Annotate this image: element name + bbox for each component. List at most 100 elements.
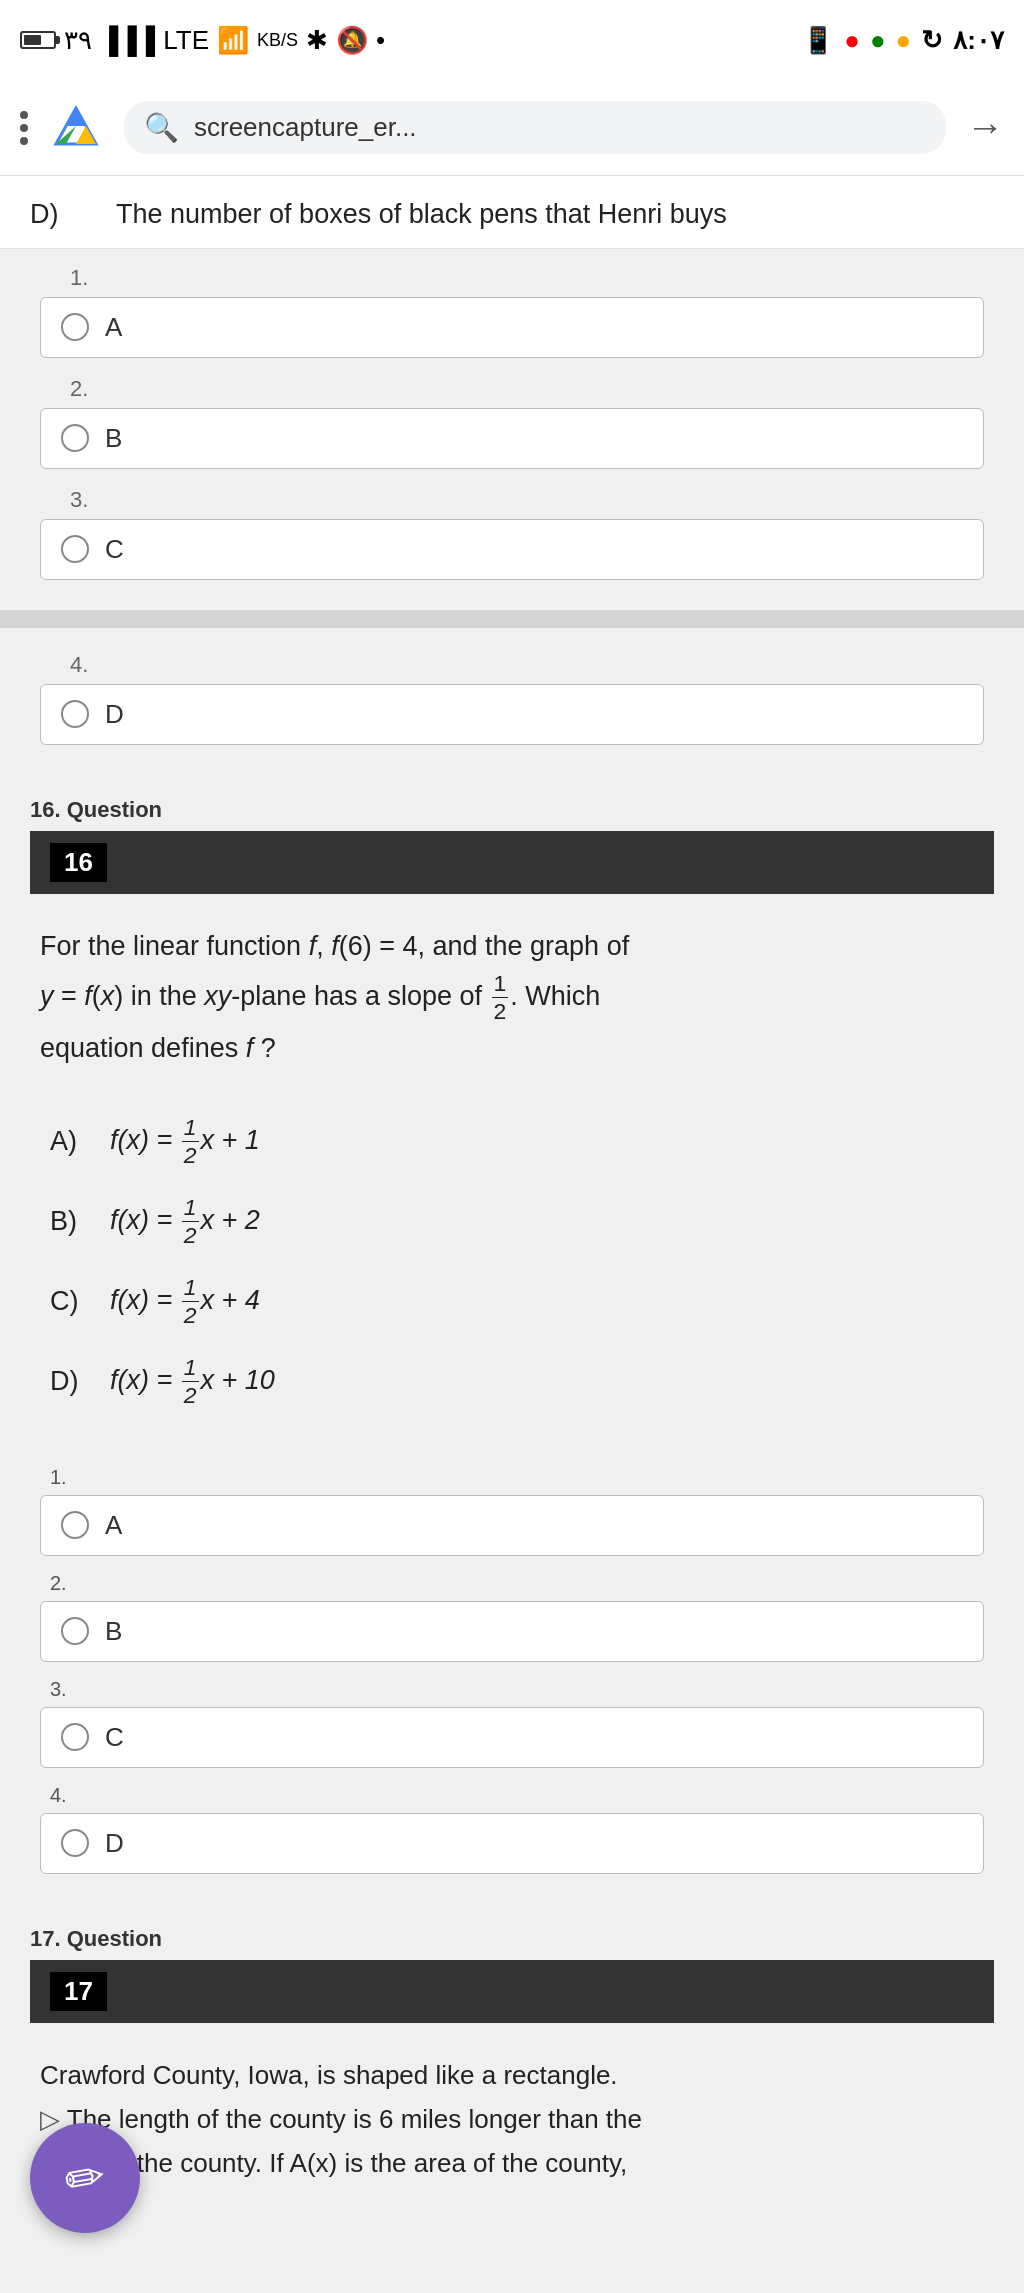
q16-opt-row-2[interactable]: B: [40, 1601, 984, 1662]
dot-indicator: •: [376, 25, 385, 56]
q16-b-frac: 12: [182, 1194, 199, 1250]
slope-fraction: 1 2: [492, 970, 509, 1026]
signal-bars: ▐▐▐: [100, 25, 155, 56]
answer-options-group-2: 4. D: [0, 636, 1024, 777]
mute-icon: 🔕: [336, 25, 368, 56]
q16-badge: 16: [50, 843, 107, 882]
option-3: 3. C: [40, 481, 984, 580]
floating-action-button[interactable]: ✏: [30, 2123, 140, 2233]
status-left: ٣٩ ▐▐▐ LTE 📶 KB/S ✱ 🔕 •: [20, 25, 385, 56]
q17-line2: ▷ The length of the county is 6 miles lo…: [40, 2097, 984, 2141]
status-bar: ٣٩ ▐▐▐ LTE 📶 KB/S ✱ 🔕 • 📱 ● ● ● ↻ ٨:٠٧: [0, 0, 1024, 80]
app-icon-green: ●: [870, 25, 886, 56]
search-icon: 🔍: [144, 111, 179, 144]
time-display: ٨:٠٧: [953, 25, 1004, 56]
q16-a-frac: 12: [182, 1114, 199, 1170]
q16-radio-4[interactable]: [61, 1829, 89, 1857]
q17-header-bar: 17: [30, 1960, 994, 2023]
q16-text-line3: equation defines f ?: [40, 1033, 276, 1063]
app-icon-orange: ●: [896, 25, 912, 56]
q16-choices: A) f(x) = 12x + 1 B) f(x) = 12x + 2 C) f…: [30, 1092, 994, 1432]
section-separator-1: [0, 610, 1024, 628]
q16-opt-text-2: B: [105, 1616, 122, 1647]
option-row-2[interactable]: B: [40, 408, 984, 469]
q16-opt-row-4[interactable]: D: [40, 1813, 984, 1874]
option-label-2: 2.: [40, 370, 984, 404]
q16-opt-label-4: 4.: [40, 1780, 984, 1809]
q16-opt-text-1: A: [105, 1510, 122, 1541]
q16-c-frac: 12: [182, 1274, 199, 1330]
q17-line1: Crawford County, Iowa, is shaped like a …: [40, 2053, 984, 2097]
q16-radio-3[interactable]: [61, 1723, 89, 1751]
battery-level: ٣٩: [64, 25, 92, 56]
top-choice-d: D) The number of boxes of black pens tha…: [30, 192, 994, 238]
q16-text-main: For the linear function f, f(6) = 4, and…: [40, 931, 629, 961]
bluetooth-icon: ✱: [306, 25, 328, 56]
q16-choice-d: D) f(x) = 12x + 10: [40, 1342, 984, 1422]
q16-opt-1: 1. A: [40, 1462, 984, 1556]
option-row-3[interactable]: C: [40, 519, 984, 580]
answer-options-group-1: 1. A 2. B 3. C: [0, 249, 1024, 602]
top-partial-section: D) The number of boxes of black pens tha…: [0, 176, 1024, 249]
slope-numerator: 1: [492, 970, 509, 999]
q16-radio-1[interactable]: [61, 1511, 89, 1539]
battery-icon: [20, 31, 56, 49]
option-label-4: 4.: [40, 646, 984, 680]
q16-choice-c: C) f(x) = 12x + 4: [40, 1262, 984, 1342]
q16-opt-3: 3. C: [40, 1674, 984, 1768]
q16-choice-b: B) f(x) = 12x + 2: [40, 1182, 984, 1262]
option-4: 4. D: [40, 646, 984, 745]
radio-2[interactable]: [61, 424, 89, 452]
q16-choice-d-letter: D): [50, 1366, 90, 1397]
q16-opt-row-3[interactable]: C: [40, 1707, 984, 1768]
q16-radio-options: 1. A 2. B 3. C 4. D: [0, 1452, 1024, 1896]
q16-opt-text-4: D: [105, 1828, 124, 1859]
question-17-block: 17. Question 17 Crawford County, Iowa, i…: [0, 1906, 1024, 2216]
pencil-icon: ✏: [60, 2147, 109, 2209]
option-row-1[interactable]: A: [40, 297, 984, 358]
option-label-3: 3.: [40, 481, 984, 515]
q16-opt-label-3: 3.: [40, 1674, 984, 1703]
drive-logo: [48, 100, 104, 156]
q16-opt-2: 2. B: [40, 1568, 984, 1662]
question-16-block: 16. Question 16 For the linear function …: [0, 777, 1024, 1452]
radio-1[interactable]: [61, 313, 89, 341]
q16-d-frac: 12: [182, 1354, 199, 1410]
q16-opt-label-1: 1.: [40, 1462, 984, 1491]
lte-indicator: LTE: [163, 25, 209, 56]
browser-bar: 🔍 screencapture_er... →: [0, 80, 1024, 176]
q16-header-bar: 16: [30, 831, 994, 894]
q16-label: 16. Question: [30, 797, 994, 823]
kb-indicator: KB/S: [257, 30, 298, 51]
status-right: 📱 ● ● ● ↻ ٨:٠٧: [802, 25, 1004, 56]
q16-choice-b-math: f(x) = 12x + 2: [110, 1194, 260, 1250]
q16-text-line2: y = f(x) in the xy-plane has a slope of …: [40, 981, 600, 1011]
option-row-4[interactable]: D: [40, 684, 984, 745]
menu-button[interactable]: [20, 111, 28, 145]
option-text-1: A: [105, 312, 122, 343]
q17-question-text: Crawford County, Iowa, is shaped like a …: [30, 2043, 994, 2196]
q17-line3: width of the county. If A(x) is the area…: [40, 2141, 984, 2185]
q16-choice-c-math: f(x) = 12x + 4: [110, 1274, 260, 1330]
option-label-1: 1.: [40, 259, 984, 293]
svg-marker-3: [76, 126, 96, 144]
q16-choice-b-letter: B): [50, 1206, 90, 1237]
q16-choice-c-letter: C): [50, 1286, 90, 1317]
phone-icon: 📱: [802, 25, 834, 56]
option-1: 1. A: [40, 259, 984, 358]
q16-radio-2[interactable]: [61, 1617, 89, 1645]
forward-button[interactable]: →: [966, 106, 1004, 149]
q16-opt-text-3: C: [105, 1722, 124, 1753]
address-bar[interactable]: 🔍 screencapture_er...: [124, 101, 946, 154]
q16-opt-4: 4. D: [40, 1780, 984, 1874]
q16-opt-label-2: 2.: [40, 1568, 984, 1597]
q16-opt-row-1[interactable]: A: [40, 1495, 984, 1556]
radio-3[interactable]: [61, 535, 89, 563]
option-text-2: B: [105, 423, 122, 454]
q16-choice-a-letter: A): [50, 1126, 90, 1157]
q16-choice-a-math: f(x) = 12x + 1: [110, 1114, 260, 1170]
sync-icon: ↻: [921, 25, 943, 56]
option-2: 2. B: [40, 370, 984, 469]
radio-4[interactable]: [61, 700, 89, 728]
q17-badge: 17: [50, 1972, 107, 2011]
